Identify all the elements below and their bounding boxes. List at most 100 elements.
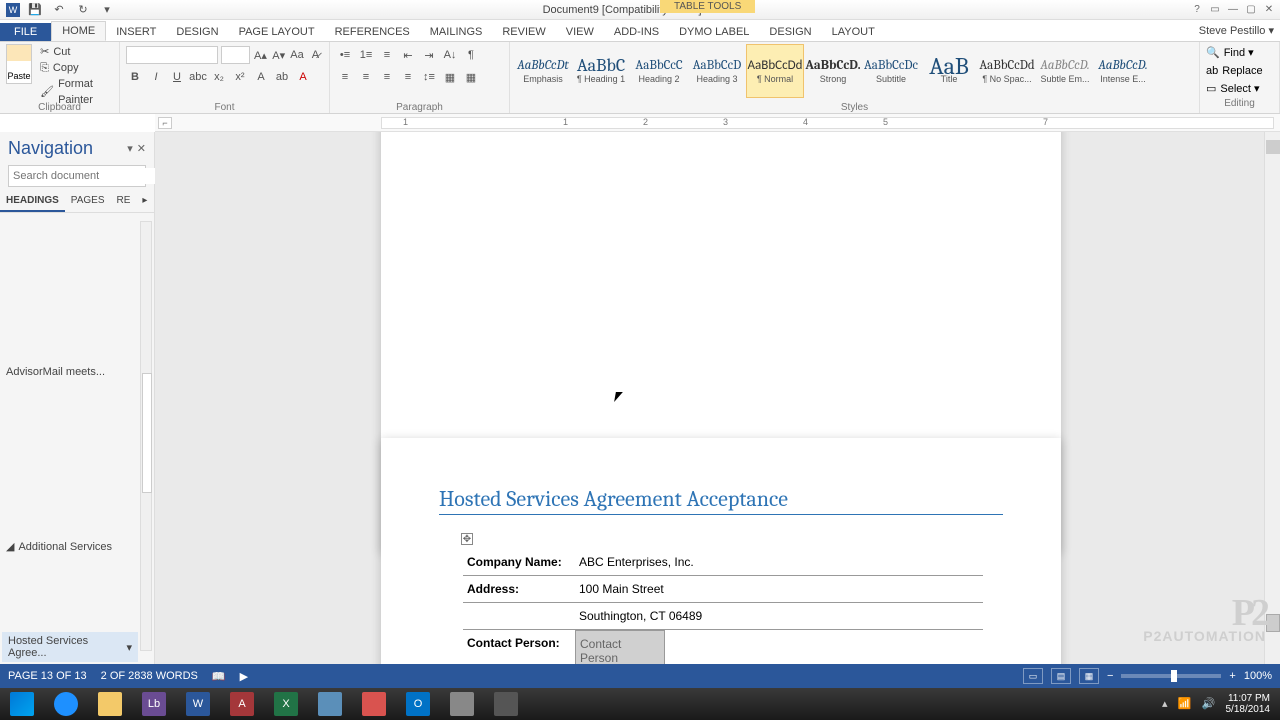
zoom-out-icon[interactable]: − <box>1107 670 1113 682</box>
numbering-icon[interactable]: 1≡ <box>357 46 375 64</box>
zoom-level[interactable]: 100% <box>1244 670 1272 682</box>
tab-selector[interactable]: ⌐ <box>158 117 172 129</box>
tab-design[interactable]: DESIGN <box>166 23 228 41</box>
sort-icon[interactable]: A↓ <box>441 46 459 64</box>
paste-button[interactable]: Paste <box>6 44 32 84</box>
highlight-icon[interactable]: ab <box>273 68 291 86</box>
tab-table-layout[interactable]: LAYOUT <box>822 23 885 41</box>
table-move-handle-icon[interactable]: ✥ <box>461 533 473 545</box>
undo-icon[interactable]: ↶ <box>50 1 68 19</box>
status-words[interactable]: 2 OF 2838 WORDS <box>101 670 198 682</box>
page-current[interactable]: Hosted Services Agreement Acceptance ✥ C… <box>381 438 1061 664</box>
taskbar-app1[interactable]: Lb <box>132 689 176 719</box>
style-title[interactable]: AaBTitle <box>920 44 978 98</box>
justify-icon[interactable]: ≡ <box>399 68 417 86</box>
print-layout-icon[interactable]: ▤ <box>1051 668 1071 684</box>
taskbar-excel[interactable]: X <box>264 689 308 719</box>
style-subtle-em[interactable]: AaBbCcD.Subtle Em... <box>1036 44 1094 98</box>
line-spacing-icon[interactable]: ↕≡ <box>420 68 438 86</box>
copy-button[interactable]: Copy <box>53 60 79 76</box>
zoom-in-icon[interactable]: + <box>1229 670 1235 682</box>
underline-button[interactable]: U <box>168 68 186 86</box>
scroll-up-icon[interactable] <box>1266 140 1280 154</box>
style-strong[interactable]: AaBbCcD.Strong <box>804 44 862 98</box>
multilevel-icon[interactable]: ≡ <box>378 46 396 64</box>
font-color-icon[interactable]: A <box>294 68 312 86</box>
user-account[interactable]: Steve Pestillo ▾ <box>1199 24 1274 37</box>
taskbar-app5[interactable] <box>484 689 528 719</box>
tab-view[interactable]: VIEW <box>556 23 604 41</box>
indent-icon[interactable]: ⇥ <box>420 46 438 64</box>
read-mode-icon[interactable]: ▭ <box>1023 668 1043 684</box>
ribbon-options-icon[interactable]: ▭ <box>1208 3 1222 17</box>
style-heading2[interactable]: AaBbCcCHeading 2 <box>630 44 688 98</box>
ruler[interactable]: ⌐ 1 1 2 3 4 5 7 <box>155 114 1280 132</box>
taskbar-ie[interactable] <box>44 689 88 719</box>
zoom-slider[interactable] <box>1121 674 1221 678</box>
web-layout-icon[interactable]: ▦ <box>1079 668 1099 684</box>
tab-page-layout[interactable]: PAGE LAYOUT <box>229 23 325 41</box>
nav-heading-advisormail[interactable]: AdvisorMail meets... <box>0 363 154 381</box>
style-normal[interactable]: AaBbCcDd¶ Normal <box>746 44 804 98</box>
clock[interactable]: 11:07 PM 5/18/2014 <box>1226 693 1271 715</box>
minimize-icon[interactable]: — <box>1226 3 1240 17</box>
vertical-scrollbar[interactable] <box>1264 132 1280 664</box>
style-subtitle[interactable]: AaBbCcDcSubtitle <box>862 44 920 98</box>
style-nospacing[interactable]: AaBbCcDd¶ No Spac... <box>978 44 1036 98</box>
tab-home[interactable]: HOME <box>51 21 106 41</box>
tray-network-icon[interactable]: 📶 <box>1178 697 1192 711</box>
taskbar-app3[interactable] <box>352 689 396 719</box>
find-button[interactable]: Find ▾ <box>1224 44 1254 62</box>
nav-heading-hosted[interactable]: Hosted Services Agree...▾ <box>2 632 138 662</box>
replace-button[interactable]: Replace <box>1222 62 1262 80</box>
scroll-thumb[interactable] <box>1266 614 1280 632</box>
nav-close-icon[interactable]: ✕ <box>137 142 146 155</box>
value-contact[interactable]: Contact Person <box>575 630 665 664</box>
subscript-icon[interactable]: x₂ <box>210 68 228 86</box>
nav-tab-pages[interactable]: PAGES <box>65 191 111 212</box>
strike-icon[interactable]: abc <box>189 68 207 86</box>
tray-volume-icon[interactable]: 🔊 <box>1202 697 1216 711</box>
clear-format-icon[interactable]: A̷ <box>308 46 323 64</box>
tab-insert[interactable]: INSERT <box>106 23 166 41</box>
align-center-icon[interactable]: ≡ <box>357 68 375 86</box>
text-effects-icon[interactable]: A <box>252 68 270 86</box>
tab-table-design[interactable]: DESIGN <box>759 23 821 41</box>
collapse-icon[interactable]: ◢ <box>6 540 14 553</box>
align-left-icon[interactable]: ≡ <box>336 68 354 86</box>
chevron-down-icon[interactable]: ▾ <box>126 641 132 654</box>
shrink-font-icon[interactable]: A▾ <box>271 46 286 64</box>
redo-icon[interactable]: ↻ <box>74 1 92 19</box>
style-emphasis[interactable]: AaBbCcDtEmphasis <box>514 44 572 98</box>
tab-references[interactable]: REFERENCES <box>325 23 420 41</box>
taskbar-outlook[interactable]: O <box>396 689 440 719</box>
pilcrow-icon[interactable]: ¶ <box>462 46 480 64</box>
tab-file[interactable]: FILE <box>0 23 51 41</box>
taskbar-app4[interactable] <box>440 689 484 719</box>
value-company[interactable]: ABC Enterprises, Inc. <box>575 549 983 575</box>
help-icon[interactable]: ? <box>1190 3 1204 17</box>
document-heading[interactable]: Hosted Services Agreement Acceptance <box>439 486 1003 515</box>
bullets-icon[interactable]: •≡ <box>336 46 354 64</box>
style-heading1[interactable]: AaBbC¶ Heading 1 <box>572 44 630 98</box>
taskbar-explorer[interactable] <box>88 689 132 719</box>
style-intense-em[interactable]: AaBbCcD.Intense E... <box>1094 44 1152 98</box>
close-icon[interactable]: ✕ <box>1262 3 1276 17</box>
nav-heading-additional[interactable]: ◢Additional Services <box>0 537 154 556</box>
document-area[interactable]: 2013 HSA ● Version 2013.0 ● ©P2 Automati… <box>155 132 1280 664</box>
borders-icon[interactable]: ▦ <box>462 68 480 86</box>
nav-tab-headings[interactable]: HEADINGS <box>0 191 65 212</box>
search-input[interactable] <box>9 168 159 184</box>
nav-tab-results[interactable]: RE <box>111 191 137 212</box>
tab-addins[interactable]: ADD-INS <box>604 23 669 41</box>
outdent-icon[interactable]: ⇤ <box>399 46 417 64</box>
bold-button[interactable]: B <box>126 68 144 86</box>
tab-mailings[interactable]: MAILINGS <box>420 23 493 41</box>
align-right-icon[interactable]: ≡ <box>378 68 396 86</box>
superscript-icon[interactable]: x² <box>231 68 249 86</box>
save-icon[interactable]: 💾 <box>26 1 44 19</box>
proofing-icon[interactable]: 📖 <box>212 670 226 683</box>
style-heading3[interactable]: AaBbCcDHeading 3 <box>688 44 746 98</box>
cut-button[interactable]: Cut <box>53 44 70 60</box>
status-page[interactable]: PAGE 13 OF 13 <box>8 670 87 682</box>
